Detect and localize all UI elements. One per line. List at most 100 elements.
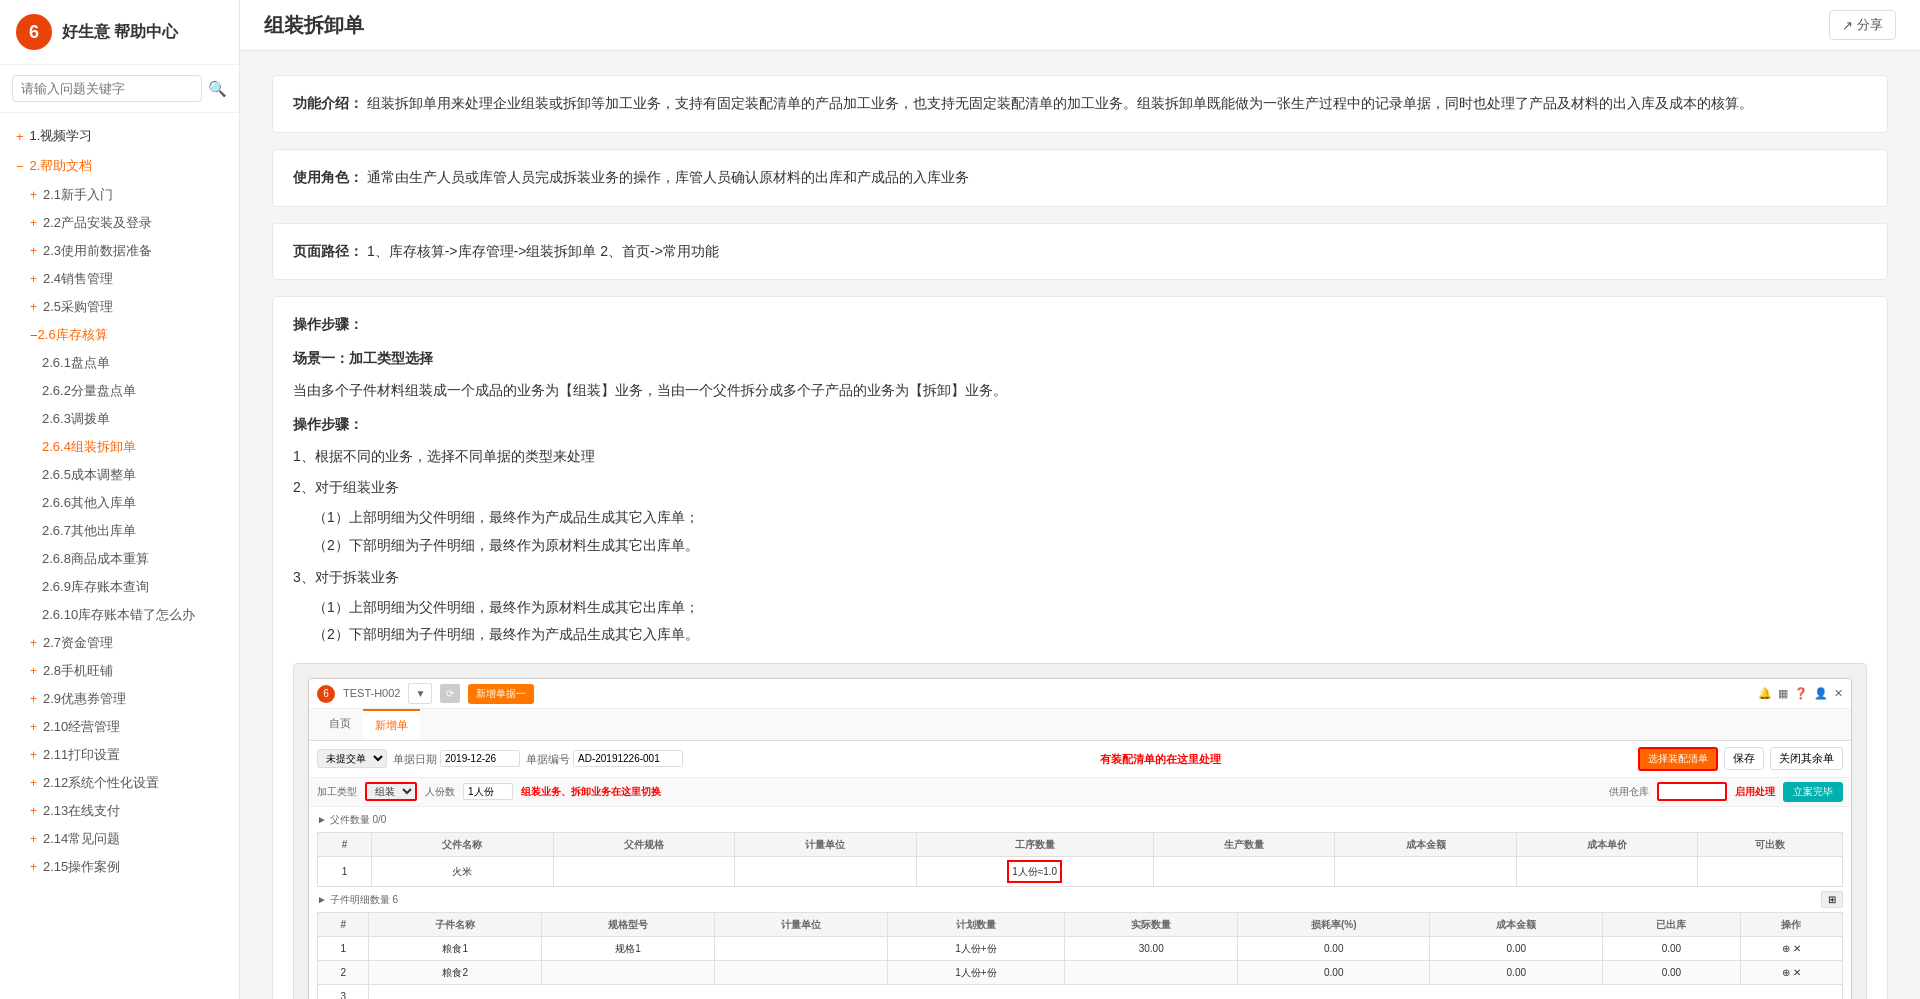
expand-icon: +	[30, 188, 37, 202]
sidebar-item-docs[interactable]: − 2.帮助文档	[0, 151, 239, 181]
sidebar-item-2.6.4[interactable]: 2.6.4组装拆卸单	[0, 433, 239, 461]
collapse-icon: −	[30, 328, 38, 343]
sidebar-item-2.15[interactable]: + 2.15操作案例	[0, 853, 239, 881]
sidebar-item-2.6.6[interactable]: 2.6.6其他入库单	[0, 489, 239, 517]
app-store-icon[interactable]: ▦	[1778, 684, 1788, 703]
expand-btn[interactable]: ⊞	[1821, 891, 1843, 908]
share-button[interactable]: ↗ 分享	[1829, 10, 1896, 40]
sidebar-item-2.6.3[interactable]: 2.6.3调拨单	[0, 405, 239, 433]
sidebar-item-2.5[interactable]: + 2.5采购管理	[0, 293, 239, 321]
bottom-table-container: ► 子件明细数量 6 ⊞ # 子件名称 规格型号 计量单位	[309, 889, 1851, 999]
bottom-table: # 子件名称 规格型号 计量单位 计划数量 实际数量 损耗率(%) 成本金额 已	[317, 912, 1843, 999]
sidebar-item-2.6.7[interactable]: 2.6.7其他出库单	[0, 517, 239, 545]
order-num-field: 单据编号	[526, 750, 683, 769]
notification-icon[interactable]: 🔔	[1758, 684, 1772, 703]
sidebar-item-2.12[interactable]: + 2.12系统个性化设置	[0, 769, 239, 797]
bottom-row-2: 2 粮食2 1人份+份 0.00 0.00 0.00	[318, 960, 1843, 984]
sim-screenshot: 6 TEST-H002 ▼ ⟳ 新增单据一 🔔 ▦ ❓ 👤	[294, 664, 1866, 999]
new-order-btn[interactable]: 新增单据一	[468, 684, 534, 704]
order-num-input[interactable]	[573, 750, 683, 767]
search-icon[interactable]: 🔍	[208, 80, 227, 98]
sidebar-item-2.6.1[interactable]: 2.6.1盘点单	[0, 349, 239, 377]
bottom-row-3: 3	[318, 984, 1843, 999]
plus-icon: +	[16, 129, 24, 144]
step2-sub1: （1）上部明细为父件明细，最终作为产成品生成其它入库单；	[313, 506, 1867, 530]
expand-icon: +	[30, 804, 37, 818]
close-icon[interactable]: ✕	[1834, 684, 1843, 703]
col-prod-qty: 生产数量	[1153, 832, 1335, 856]
col-cost-unit: 成本单价	[1516, 832, 1698, 856]
step3-subs: （1）上部明细为父件明细，最终作为原材料生成其它出库单； （2）下部明细为子件明…	[293, 596, 1867, 648]
sidebar-item-2.14[interactable]: + 2.14常见问题	[0, 825, 239, 853]
user-icon[interactable]: 👤	[1814, 684, 1828, 703]
sidebar-item-2.2[interactable]: + 2.2产品安装及登录	[0, 209, 239, 237]
top-table: # 父件名称 父件规格 计量单位 工序数量 生产数量 成本金额 成本单价 可出数	[317, 832, 1843, 887]
screenshot-container: 6 TEST-H002 ▼ ⟳ 新增单据一 🔔 ▦ ❓ 👤	[293, 663, 1867, 999]
sidebar-item-2.3[interactable]: + 2.3使用前数据准备	[0, 237, 239, 265]
col-hash: #	[318, 832, 372, 856]
step3-sub1: （1）上部明细为父件明细，最终作为原材料生成其它出库单；	[313, 596, 1867, 620]
content-area: 功能介绍： 组装拆卸单用来处理企业组装或拆卸等加工业务，支持有固定装配清单的产品…	[240, 51, 1920, 999]
role-label: 使用角色：	[293, 169, 363, 185]
page-title: 组装拆卸单	[264, 12, 364, 39]
steps-list: 1、根据不同的业务，选择不同单据的类型来处理 2、对于组装业务 （1）上部明细为…	[293, 445, 1867, 648]
sidebar-item-2.6.2[interactable]: 2.6.2分量盘点单	[0, 377, 239, 405]
sidebar-item-2.6.10[interactable]: 2.6.10库存账本错了怎么办	[0, 601, 239, 629]
sidebar-item-2.6.5[interactable]: 2.6.5成本调整单	[0, 461, 239, 489]
sidebar-item-2.6.8[interactable]: 2.6.8商品成本重算	[0, 545, 239, 573]
order-type-select[interactable]: 未提交单 提交单	[317, 749, 387, 768]
intro-label: 功能介绍：	[293, 95, 363, 111]
share-icon: ↗	[1842, 18, 1853, 33]
sidebar-item-2.4[interactable]: + 2.4销售管理	[0, 265, 239, 293]
expand-icon: +	[30, 300, 37, 314]
warehouse-label: 供用仓库	[1609, 783, 1649, 800]
refresh-btn[interactable]: ⟳	[440, 684, 460, 703]
col-available: 可出数	[1698, 832, 1843, 856]
annotation-text-3: 启用处理	[1735, 783, 1775, 800]
save-btn[interactable]: 保存	[1724, 747, 1764, 770]
expand-icon: +	[30, 776, 37, 790]
qty-input[interactable]	[463, 783, 513, 800]
sidebar-subitems-2.6: 2.6.1盘点单 2.6.2分量盘点单 2.6.3调拨单 2.6.4组装拆卸单 …	[0, 349, 239, 629]
annotation-text-2: 组装业务、拆卸业务在这里切换	[521, 783, 1601, 800]
expand-icon: +	[30, 832, 37, 846]
sidebar-item-video[interactable]: + 1.视频学习	[0, 121, 239, 151]
top-table-container: ► 父件数量 0/0 # 父件名称 父件规格 计量单位 工序数量	[309, 807, 1851, 889]
sidebar-item-2.6.9[interactable]: 2.6.9库存账本查询	[0, 573, 239, 601]
dropdown-icon[interactable]: ▼	[408, 683, 432, 704]
confirm-btn[interactable]: 立案完毕	[1783, 782, 1843, 802]
date-input[interactable]	[440, 750, 520, 767]
steps-label: 操作步骤：	[293, 413, 1867, 437]
close-others-btn[interactable]: 关闭其余单	[1770, 747, 1843, 770]
process-type-label: 加工类型	[317, 783, 357, 800]
sidebar-item-2.7[interactable]: + 2.7资金管理	[0, 629, 239, 657]
expand-icon: +	[30, 720, 37, 734]
step3: 3、对于拆装业务 （1）上部明细为父件明细，最终作为原材料生成其它出库单； （2…	[293, 566, 1867, 647]
tab-new-order[interactable]: 新增单	[363, 709, 420, 740]
titlebar-right: 🔔 ▦ ❓ 👤 ✕	[1758, 684, 1843, 703]
sidebar: 6 好生意 帮助中心 🔍 + 1.视频学习 − 2.帮助文档 + 2.1新手入门…	[0, 0, 240, 999]
date-label: 单据日期	[393, 750, 437, 769]
select-assembly-btn[interactable]: 选择装配清单	[1638, 747, 1718, 771]
sidebar-item-2.8[interactable]: + 2.8手机旺铺	[0, 657, 239, 685]
expand-icon: +	[30, 748, 37, 762]
top-table-row: 1 火米 1人份≈1.0	[318, 856, 1843, 886]
sidebar-item-2.11[interactable]: + 2.11打印设置	[0, 741, 239, 769]
sidebar-item-2.1[interactable]: + 2.1新手入门	[0, 181, 239, 209]
tab-bar: 自页 新增单	[309, 709, 1851, 741]
help-icon[interactable]: ❓	[1794, 684, 1808, 703]
logo-icon: 6	[16, 14, 52, 50]
tab-home[interactable]: 自页	[317, 709, 363, 740]
search-input[interactable]	[12, 75, 202, 102]
sidebar-item-2.9[interactable]: + 2.9优惠券管理	[0, 685, 239, 713]
steps-block: 操作步骤： 场景一：加工类型选择 当由多个子件材料组装成一个成品的业务为【组装】…	[272, 296, 1888, 999]
sidebar-item-2.13[interactable]: + 2.13在线支付	[0, 797, 239, 825]
sidebar-item-2.10[interactable]: + 2.10经营管理	[0, 713, 239, 741]
col-parent-spec: 父件规格	[553, 832, 735, 856]
role-block: 使用角色： 通常由生产人员或库管人员完成拆装业务的操作，库管人员确认原材料的出库…	[272, 149, 1888, 207]
qty-label: 人份数	[425, 783, 455, 800]
process-type-select[interactable]: 组装 拆卸	[365, 782, 417, 801]
sidebar-item-2.6[interactable]: − 2.6库存核算	[0, 321, 239, 349]
warehouse-input[interactable]	[1657, 782, 1727, 801]
main-area: 组装拆卸单 ↗ 分享 功能介绍： 组装拆卸单用来处理企业组装或拆卸等加工业务，支…	[240, 0, 1920, 999]
